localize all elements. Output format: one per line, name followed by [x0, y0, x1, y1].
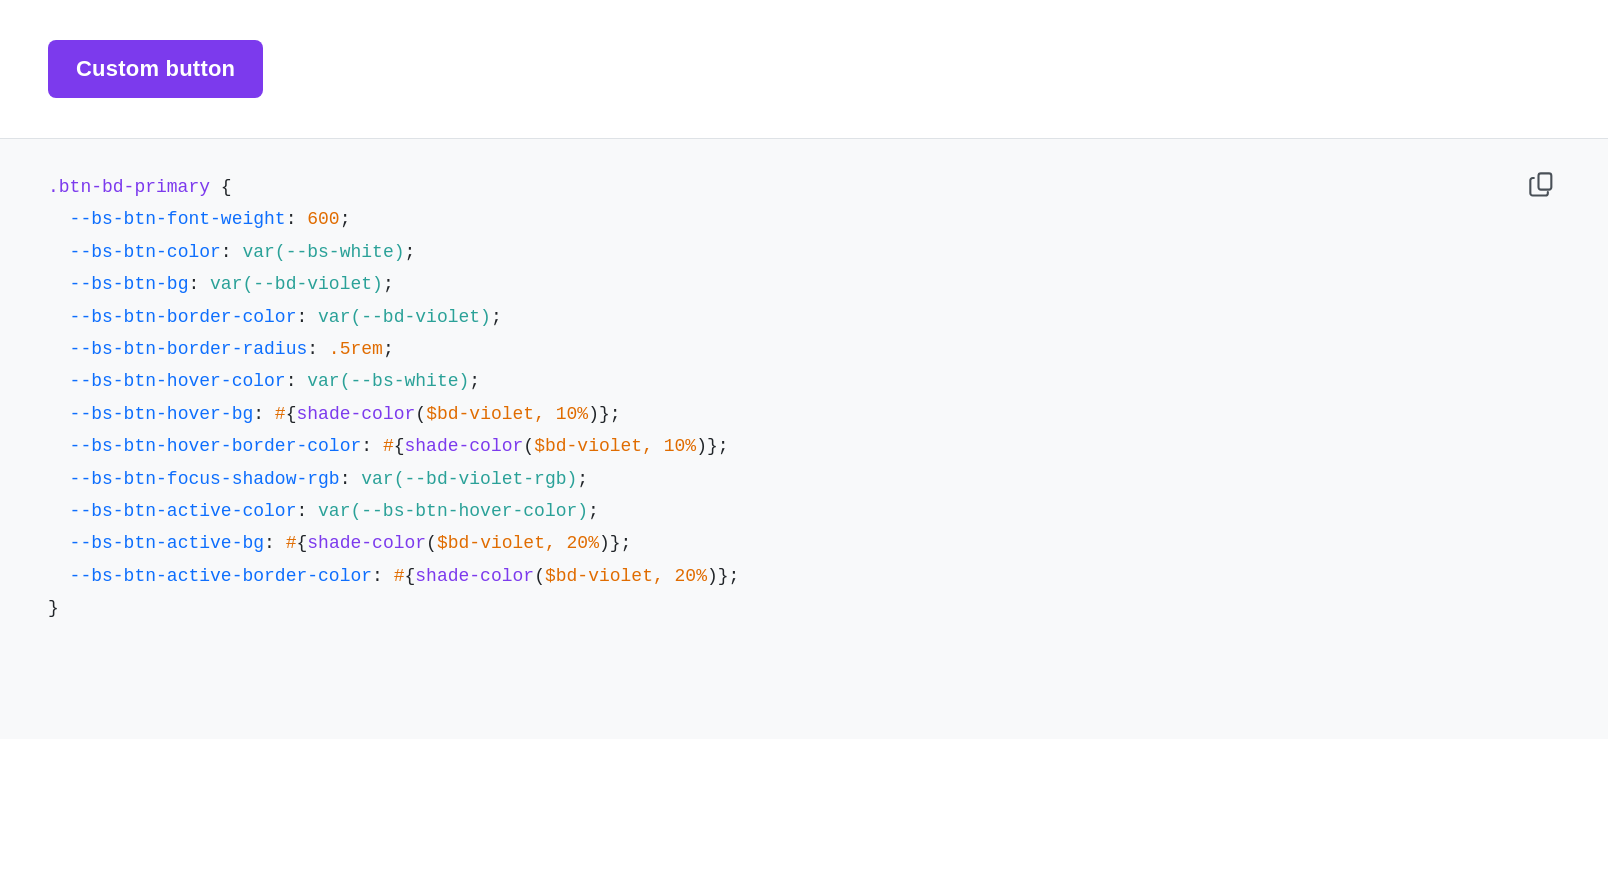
css-property-3: --bs-btn-bg: [70, 274, 189, 294]
css-property-7: --bs-btn-hover-bg: [70, 404, 254, 424]
code-line-close: }: [48, 592, 1560, 624]
code-line-9: --bs-btn-focus-shadow-rgb: var(--bd-viol…: [48, 463, 1560, 495]
css-value-2: var(--bs-white): [242, 242, 404, 262]
code-line-selector: .btn-bd-primary {: [48, 171, 1560, 203]
css-selector: .btn-bd-primary: [48, 177, 210, 197]
css-value-6: var(--bs-white): [307, 371, 469, 391]
css-property-9: --bs-btn-focus-shadow-rgb: [70, 469, 340, 489]
clipboard-icon: [1528, 171, 1556, 199]
code-line-1: --bs-btn-font-weight: 600;: [48, 203, 1560, 235]
close-brace: }: [48, 598, 59, 618]
css-func-8: shade-color: [405, 436, 524, 456]
css-func-11: shade-color: [307, 533, 426, 553]
css-property-6: --bs-btn-hover-color: [70, 371, 286, 391]
css-value-4: var(--bd-violet): [318, 307, 491, 327]
css-param-11: $bd-violet, 20%: [437, 533, 599, 553]
code-line-6: --bs-btn-hover-color: var(--bs-white);: [48, 365, 1560, 397]
css-property-4: --bs-btn-border-color: [70, 307, 297, 327]
css-func-7: shade-color: [296, 404, 415, 424]
code-line-4: --bs-btn-border-color: var(--bd-violet);: [48, 301, 1560, 333]
css-property-8: --bs-btn-hover-border-color: [70, 436, 362, 456]
css-value-9: var(--bd-violet-rgb): [361, 469, 577, 489]
code-block: .btn-bd-primary { --bs-btn-font-weight: …: [48, 171, 1560, 624]
code-line-12: --bs-btn-active-border-color: #{shade-co…: [48, 560, 1560, 592]
code-line-7: --bs-btn-hover-bg: #{shade-color($bd-vio…: [48, 398, 1560, 430]
css-value-3: var(--bd-violet): [210, 274, 383, 294]
code-line-11: --bs-btn-active-bg: #{shade-color($bd-vi…: [48, 527, 1560, 559]
css-value-1: 600: [307, 209, 339, 229]
css-value-5: .5rem: [329, 339, 383, 359]
css-property-5: --bs-btn-border-radius: [70, 339, 308, 359]
css-property-12: --bs-btn-active-border-color: [70, 566, 372, 586]
preview-section: Custom button: [0, 0, 1608, 139]
css-value-8a: #: [383, 436, 394, 456]
copy-button[interactable]: [1524, 167, 1560, 206]
css-value-12a: #: [394, 566, 405, 586]
code-section: .btn-bd-primary { --bs-btn-font-weight: …: [0, 139, 1608, 739]
open-brace: {: [221, 177, 232, 197]
css-property-10: --bs-btn-active-color: [70, 501, 297, 521]
css-property-2: --bs-btn-color: [70, 242, 221, 262]
css-value-10: var(--bs-btn-hover-color): [318, 501, 588, 521]
custom-button[interactable]: Custom button: [48, 40, 263, 98]
css-value-7a: #: [275, 404, 286, 424]
css-value-11a: #: [286, 533, 297, 553]
css-param-7: $bd-violet, 10%: [426, 404, 588, 424]
svg-rect-0: [1539, 173, 1552, 189]
code-line-5: --bs-btn-border-radius: .5rem;: [48, 333, 1560, 365]
code-line-3: --bs-btn-bg: var(--bd-violet);: [48, 268, 1560, 300]
css-func-12: shade-color: [415, 566, 534, 586]
css-property-1: --bs-btn-font-weight: [70, 209, 286, 229]
code-line-2: --bs-btn-color: var(--bs-white);: [48, 236, 1560, 268]
code-line-10: --bs-btn-active-color: var(--bs-btn-hove…: [48, 495, 1560, 527]
css-property-11: --bs-btn-active-bg: [70, 533, 264, 553]
css-param-8: $bd-violet, 10%: [534, 436, 696, 456]
code-line-8: --bs-btn-hover-border-color: #{shade-col…: [48, 430, 1560, 462]
css-param-12: $bd-violet, 20%: [545, 566, 707, 586]
